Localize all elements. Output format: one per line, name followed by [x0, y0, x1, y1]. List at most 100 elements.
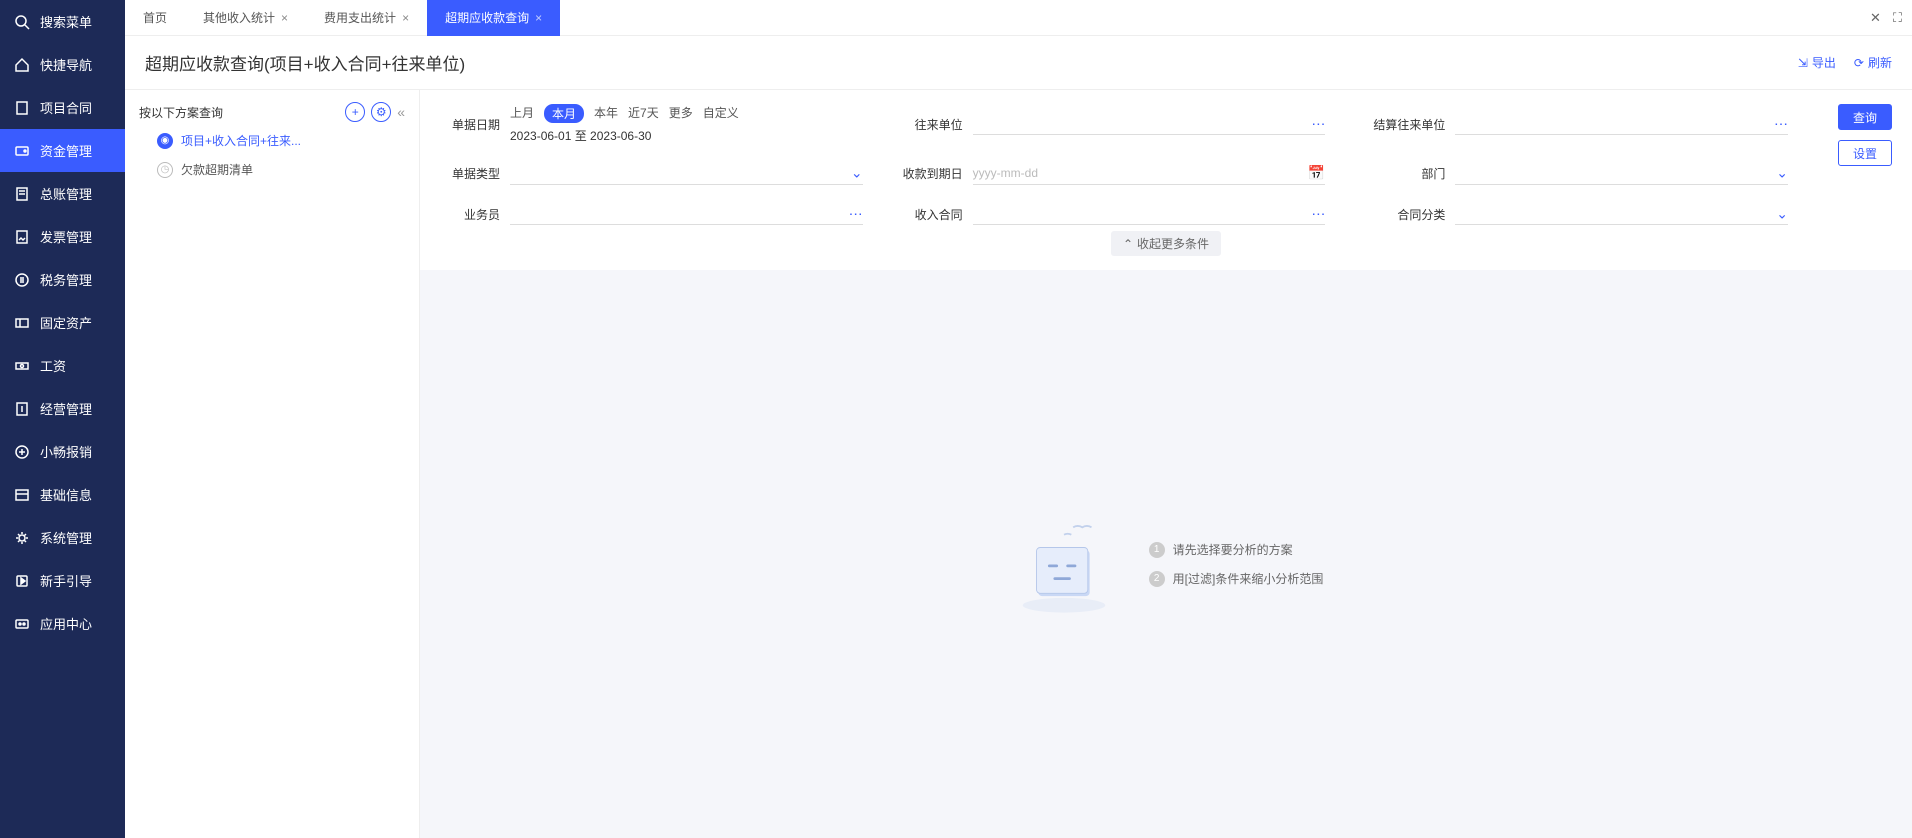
date-opt-more[interactable]: 更多 — [669, 104, 693, 123]
settle-unit-label: 结算往来单位 — [1365, 116, 1445, 133]
unit-label: 往来单位 — [903, 116, 963, 133]
file-icon — [14, 100, 30, 116]
sidebar-item-salary[interactable]: 工资 — [0, 344, 125, 387]
chevron-up-icon: ⌃ — [1123, 237, 1133, 251]
invoice-icon — [14, 229, 30, 245]
system-icon — [14, 530, 30, 546]
wallet-icon — [14, 143, 30, 159]
sidebar-item-basic[interactable]: 基础信息 — [0, 473, 125, 516]
sidebar-item-tax[interactable]: 税务管理 — [0, 258, 125, 301]
date-opt-last-month[interactable]: 上月 — [510, 104, 534, 123]
refresh-icon: ⟳ — [1854, 56, 1864, 70]
step-2-badge: 2 — [1149, 571, 1165, 587]
export-icon: ⇲ — [1798, 56, 1808, 70]
guide-icon — [14, 573, 30, 589]
date-opt-7days[interactable]: 近7天 — [628, 104, 659, 123]
scheme-item-project[interactable]: ◉ 项目+收入合同+往来... — [139, 122, 405, 151]
date-label: 单据日期 — [440, 116, 500, 133]
sidebar-item-biz[interactable]: 经营管理 — [0, 387, 125, 430]
sidebar-item-contract[interactable]: 项目合同 — [0, 86, 125, 129]
settle-unit-input[interactable]: ⋯ — [1455, 113, 1788, 135]
doc-type-select[interactable]: ⌄ — [510, 163, 863, 185]
step-2-text: 用[过滤]条件来缩小分析范围 — [1173, 570, 1324, 587]
expense-icon — [14, 444, 30, 460]
empty-graphic — [1009, 509, 1119, 619]
sidebar-item-asset[interactable]: 固定资产 — [0, 301, 125, 344]
sidebar-item-invoice[interactable]: 发票管理 — [0, 215, 125, 258]
refresh-button[interactable]: ⟳刷新 — [1854, 54, 1892, 71]
due-date-input[interactable]: yyyy-mm-dd📅 — [973, 162, 1326, 185]
date-range: 2023-06-01 至 2023-06-30 — [510, 127, 863, 144]
more-icon[interactable]: ⋯ — [849, 205, 863, 222]
date-opt-this-month[interactable]: 本月 — [544, 104, 584, 123]
contract-category-select[interactable]: ⌄ — [1455, 203, 1788, 225]
sidebar-item-guide[interactable]: 新手引导 — [0, 559, 125, 602]
close-icon[interactable]: × — [402, 11, 409, 25]
sidebar: 搜索菜单 快捷导航 项目合同 资金管理 总账管理 发票管理 税务管理 固定资产 … — [0, 0, 125, 838]
empty-state: 1 请先选择要分析的方案 2 用[过滤]条件来缩小分析范围 — [420, 270, 1912, 838]
step-1-badge: 1 — [1149, 542, 1165, 558]
clock-icon: ◷ — [157, 162, 173, 178]
collapse-more-button[interactable]: ⌃收起更多条件 — [1111, 231, 1221, 256]
basic-icon — [14, 487, 30, 503]
dept-label: 部门 — [1365, 165, 1445, 182]
filter-form: 单据日期 上月 本月 本年 近7天 更多 自定义 — [420, 90, 1912, 270]
home-icon — [14, 57, 30, 73]
scheme-header: 按以下方案查询 — [139, 104, 223, 121]
chevron-down-icon[interactable]: ⌄ — [1776, 165, 1788, 182]
export-button[interactable]: ⇲导出 — [1798, 54, 1836, 71]
close-icon[interactable]: × — [281, 11, 288, 25]
income-contract-label: 收入合同 — [903, 206, 963, 223]
sidebar-item-expense[interactable]: 小畅报销 — [0, 430, 125, 473]
sidebar-item-system[interactable]: 系统管理 — [0, 516, 125, 559]
tab-home[interactable]: 首页 — [125, 0, 185, 36]
scheme-item-overdue-list[interactable]: ◷ 欠款超期清单 — [139, 151, 405, 180]
chevron-down-icon[interactable]: ⌄ — [1776, 205, 1788, 222]
more-icon[interactable]: ⋯ — [1311, 115, 1325, 132]
income-contract-input[interactable]: ⋯ — [973, 203, 1326, 225]
sidebar-item-search[interactable]: 搜索菜单 — [0, 0, 125, 43]
sidebar-item-nav[interactable]: 快捷导航 — [0, 43, 125, 86]
ledger-icon — [14, 186, 30, 202]
main: 首页 其他收入统计× 费用支出统计× 超期应收款查询× ✕ ⛶ 超期应收款查询(… — [125, 0, 1912, 838]
tab-overdue[interactable]: 超期应收款查询× — [427, 0, 560, 36]
step-1-text: 请先选择要分析的方案 — [1173, 541, 1293, 558]
due-date-label: 收款到期日 — [903, 165, 963, 182]
more-icon[interactable]: ⋯ — [1311, 205, 1325, 222]
sidebar-item-apps[interactable]: 应用中心 — [0, 602, 125, 645]
add-scheme-button[interactable]: + — [345, 102, 365, 122]
scheme-settings-button[interactable]: ⚙ — [371, 102, 391, 122]
chevron-down-icon[interactable]: ⌄ — [851, 165, 863, 182]
page-title: 超期应收款查询(项目+收入合同+往来单位) — [145, 50, 465, 75]
date-opt-custom[interactable]: 自定义 — [703, 104, 739, 123]
date-opt-this-year[interactable]: 本年 — [594, 104, 618, 123]
sales-input[interactable]: ⋯ — [510, 203, 863, 225]
sidebar-item-ledger[interactable]: 总账管理 — [0, 172, 125, 215]
fullscreen-icon[interactable]: ⛶ — [1893, 10, 1902, 26]
biz-icon — [14, 401, 30, 417]
tab-other-income[interactable]: 其他收入统计× — [185, 0, 306, 36]
asset-icon — [14, 315, 30, 331]
sales-label: 业务员 — [440, 206, 500, 223]
tax-icon — [14, 272, 30, 288]
tabs-row: 首页 其他收入统计× 费用支出统计× 超期应收款查询× ✕ ⛶ — [125, 0, 1912, 36]
tabs-close-all-icon[interactable]: ✕ — [1870, 10, 1881, 26]
more-icon[interactable]: ⋯ — [1774, 115, 1788, 132]
dept-select[interactable]: ⌄ — [1455, 163, 1788, 185]
unit-input[interactable]: ⋯ — [973, 113, 1326, 135]
close-icon[interactable]: × — [535, 11, 542, 25]
apps-icon — [14, 616, 30, 632]
doc-type-label: 单据类型 — [440, 165, 500, 182]
scheme-panel: 按以下方案查询 + ⚙ « ◉ 项目+收入合同+往来... ◷ 欠款超期清单 — [125, 90, 420, 838]
date-options: 上月 本月 本年 近7天 更多 自定义 — [510, 104, 863, 123]
calendar-icon[interactable]: 📅 — [1308, 165, 1325, 182]
sidebar-item-fund[interactable]: 资金管理 — [0, 129, 125, 172]
settings-button[interactable]: 设置 — [1838, 140, 1892, 166]
titlebar: 超期应收款查询(项目+收入合同+往来单位) ⇲导出 ⟳刷新 — [125, 36, 1912, 90]
search-icon — [14, 14, 30, 30]
cube-icon: ◉ — [157, 133, 173, 149]
salary-icon — [14, 358, 30, 374]
collapse-panel-icon[interactable]: « — [397, 104, 405, 120]
query-button[interactable]: 查询 — [1838, 104, 1892, 130]
tab-expense[interactable]: 费用支出统计× — [306, 0, 427, 36]
